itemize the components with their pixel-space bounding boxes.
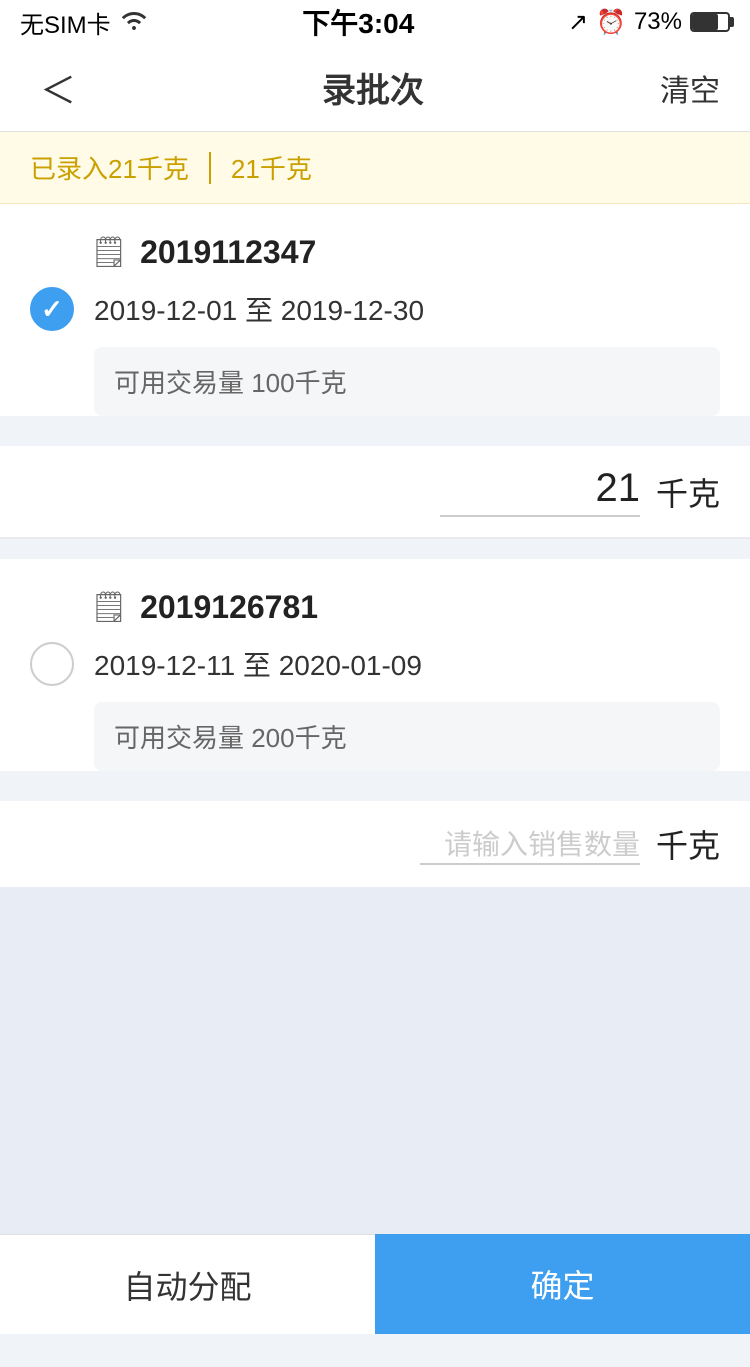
batch-2-input-placeholder[interactable]: 请输入销售数量 — [444, 823, 640, 863]
batch-2-underline — [420, 863, 640, 865]
status-time: 下午3:04 — [302, 2, 414, 42]
status-right: ↗ ⏰ 73% — [568, 8, 730, 37]
batch-2-availability: 可用交易量 200千克 — [94, 702, 720, 771]
batch-card-1: 🗒 2019112347 2019-12-01 至 2019-12-30 可用交… — [0, 204, 750, 416]
alarm-icon: ⏰ — [596, 8, 626, 37]
batch-2-date: 2019-12-11 至 2020-01-09 — [94, 644, 422, 684]
batch-2-icon: 🗒 — [90, 590, 128, 625]
batch-1-date: 2019-12-01 至 2019-12-30 — [94, 289, 424, 329]
info-value: 21千克 — [231, 149, 312, 186]
batch-1-header: 🗒 2019112347 — [30, 234, 720, 271]
carrier-text: 无SIM卡 — [20, 5, 111, 40]
clear-button[interactable]: 清空 — [660, 66, 720, 110]
info-label: 已录入21千克 — [30, 149, 189, 186]
batch-1-amount-row: 21 千克 — [0, 446, 750, 537]
wifi-icon — [119, 8, 149, 37]
batch-1-amount-value: 21 — [595, 466, 640, 511]
batch-1-availability: 可用交易量 100千克 — [94, 347, 720, 416]
info-banner: 已录入21千克 21千克 — [0, 132, 750, 204]
back-button[interactable]: ＜ — [30, 52, 86, 124]
status-bar: 无SIM卡 下午3:04 ↗ ⏰ 73% — [0, 0, 750, 44]
batch-1-date-row: 2019-12-01 至 2019-12-30 — [30, 287, 720, 331]
status-left: 无SIM卡 — [20, 5, 149, 40]
batch-2-header: 🗒 2019126781 — [30, 589, 720, 626]
batch-1-id: 2019112347 — [140, 234, 316, 271]
batch-2-id: 2019126781 — [140, 589, 318, 626]
separator-1 — [0, 537, 750, 539]
batch-2-input-row: 请输入销售数量 千克 — [0, 801, 750, 887]
battery-icon — [690, 12, 730, 32]
batch-1-radio[interactable] — [30, 287, 74, 331]
auto-distribute-button[interactable]: 自动分配 — [0, 1234, 375, 1334]
batch-2-radio[interactable] — [30, 642, 74, 686]
batch-1-underline — [440, 515, 640, 517]
batch-card-2: 🗒 2019126781 2019-12-11 至 2020-01-09 可用交… — [0, 559, 750, 771]
batch-2-unit: 千克 — [656, 821, 720, 867]
page-title: 录批次 — [322, 63, 424, 112]
confirm-button[interactable]: 确定 — [375, 1234, 750, 1334]
bottom-bar: 自动分配 确定 — [0, 1234, 750, 1334]
batch-1-icon: 🗒 — [90, 235, 128, 270]
info-divider — [209, 152, 211, 184]
gps-icon: ↗ — [568, 8, 588, 37]
nav-bar: ＜ 录批次 清空 — [0, 44, 750, 132]
battery-percent: 73% — [634, 8, 682, 36]
batch-2-date-row: 2019-12-11 至 2020-01-09 — [30, 642, 720, 686]
batch-1-unit: 千克 — [656, 469, 720, 515]
gray-area — [0, 887, 750, 1267]
